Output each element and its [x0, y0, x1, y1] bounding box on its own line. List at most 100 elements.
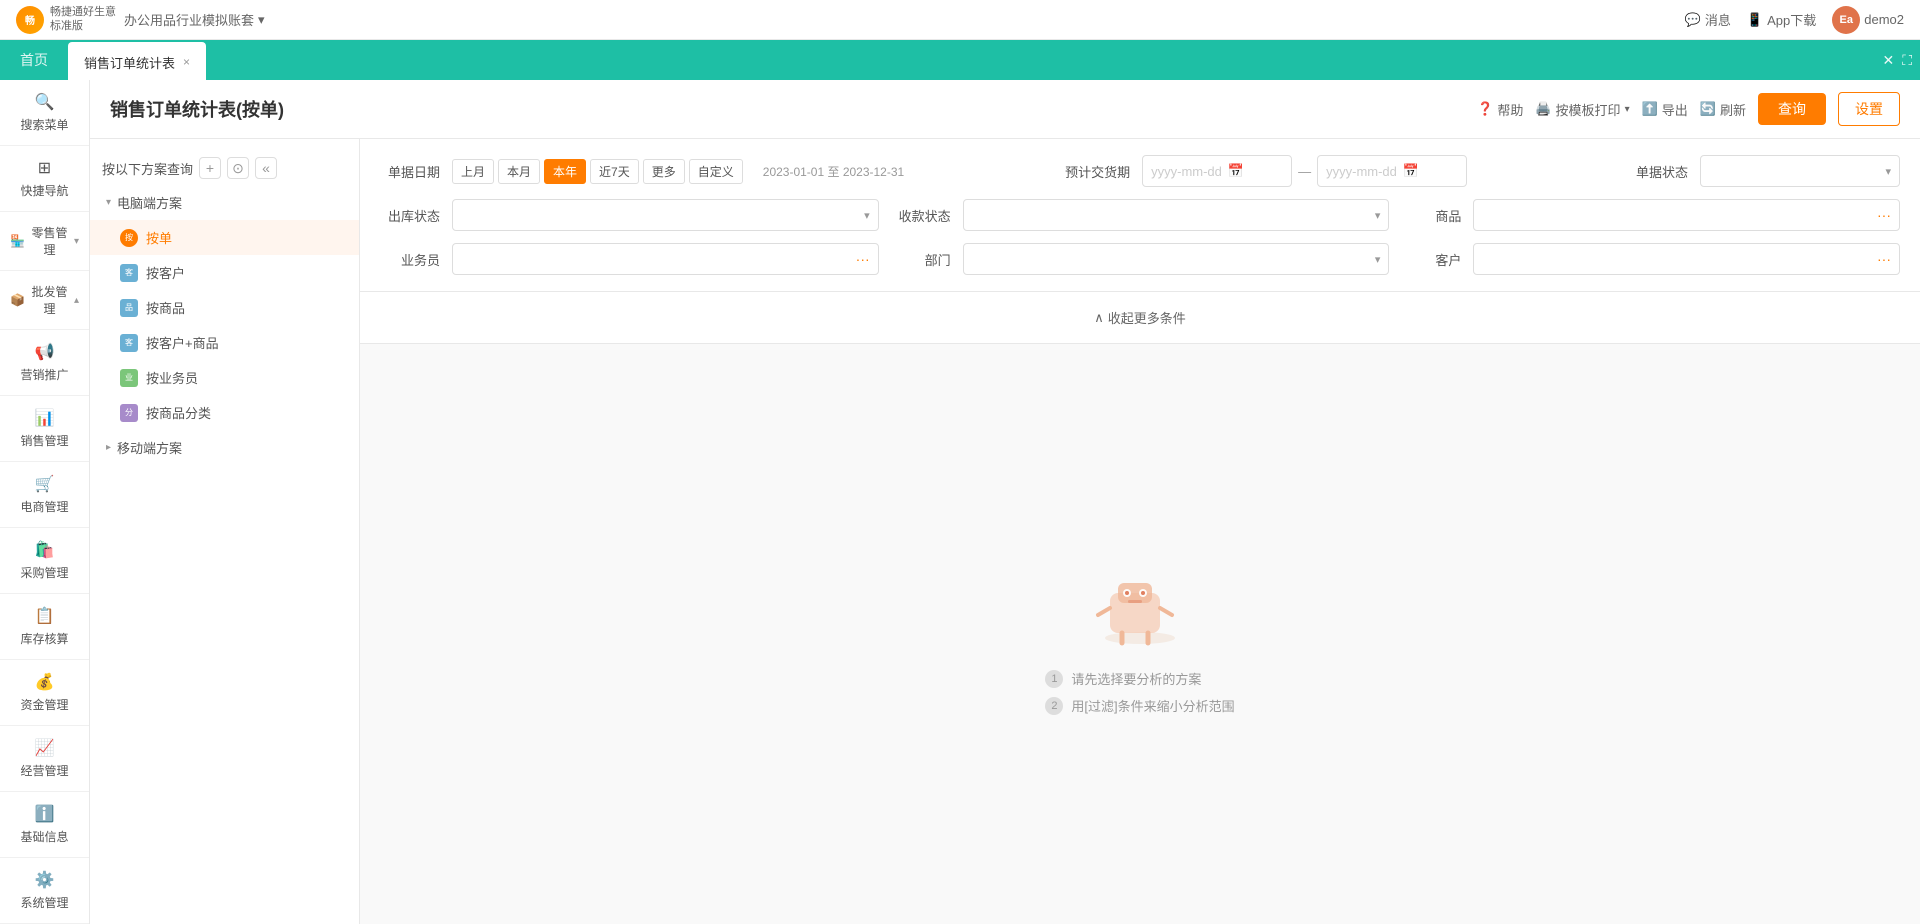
collapse-panel-button[interactable]: « [255, 157, 277, 179]
customer-label: 客户 [1401, 250, 1461, 269]
salesperson-dots-icon[interactable]: ··· [856, 251, 870, 267]
tree-parent-pc[interactable]: ▾ 电脑端方案 [90, 185, 359, 220]
print-arrow-icon: ▾ [1625, 104, 1630, 115]
customer-select[interactable]: ··· [1473, 243, 1900, 275]
order-status-chevron-icon: ▾ [1885, 165, 1891, 178]
inner-layout: 按以下方案查询 + ⊙ « ▾ 电脑端方案 [90, 139, 1920, 924]
page-title: 销售订单统计表(按单) [110, 96, 284, 122]
sidebar-item-retail[interactable]: 🏪 零售管理 ▾ [0, 212, 89, 271]
settings-scheme-button[interactable]: ⊙ [227, 157, 249, 179]
breadcrumb-selector[interactable]: 办公用品行业模拟账套 ▾ [124, 10, 265, 29]
shipment-status-select[interactable]: ▾ [452, 199, 879, 231]
download-icon: 📱 [1747, 12, 1763, 28]
collapse-button[interactable]: ∧ 收起更多条件 [1086, 300, 1194, 335]
tab-close-btn[interactable]: × [183, 55, 190, 69]
finance-icon: 💰 [35, 672, 55, 692]
sidebar-label-finance: 资金管理 [20, 696, 68, 713]
message-button[interactable]: 💬 消息 [1685, 10, 1731, 29]
sidebar-item-finance[interactable]: 💰 资金管理 [0, 660, 89, 726]
tree-item-product[interactable]: 品 按商品 [90, 290, 359, 325]
date-btn-last-month[interactable]: 上月 [452, 159, 494, 184]
tree-pc-section: ▾ 电脑端方案 按 按单 客 按客户 品 按商品 [90, 185, 359, 430]
add-scheme-button[interactable]: + [199, 157, 221, 179]
date-btn-last-7days[interactable]: 近7天 [590, 159, 639, 184]
sidebar-item-sales[interactable]: 📊 销售管理 [0, 396, 89, 462]
date-btn-custom[interactable]: 自定义 [689, 159, 743, 184]
logo-text: 畅捷通好生意 标准版 [50, 6, 116, 32]
department-chevron-icon: ▾ [1375, 253, 1381, 266]
sidebar-item-wholesale[interactable]: 📦 批发管理 ▴ [0, 271, 89, 330]
query-button[interactable]: 查询 [1758, 93, 1826, 125]
tree-item-single[interactable]: 按 按单 [90, 220, 359, 255]
panel-header-label: 按以下方案查询 [102, 159, 193, 178]
tree-item-salesperson[interactable]: 业 按业务员 [90, 360, 359, 395]
export-button[interactable]: ⬆️ 导出 [1642, 100, 1688, 119]
filter-row-2: 出库状态 ▾ 收款状态 ▾ 商品 ··· [380, 199, 1900, 231]
date-btn-this-year[interactable]: 本年 [544, 159, 586, 184]
wholesale-icon: 📦 [10, 293, 25, 307]
payment-status-select[interactable]: ▾ [963, 199, 1390, 231]
help-button[interactable]: ❓ 帮助 [1477, 100, 1523, 119]
expected-date-from[interactable]: yyyy-mm-dd 📅 [1142, 155, 1292, 187]
window-maximize-icon[interactable]: ⛶ [1902, 52, 1912, 69]
system-icon: ⚙️ [35, 870, 55, 890]
empty-illustration [1080, 553, 1200, 653]
customer-dots-icon[interactable]: ··· [1877, 251, 1891, 267]
window-close-icon[interactable]: ✕ [1882, 52, 1894, 69]
tree-parent-mobile[interactable]: ▸ 移动端方案 [90, 430, 359, 465]
tip-num-2: 2 [1045, 697, 1063, 715]
settings-button[interactable]: 设置 [1838, 92, 1900, 126]
panel-header: 按以下方案查询 + ⊙ « [90, 151, 359, 185]
help-icon: ❓ [1477, 101, 1493, 117]
tip-num-1: 1 [1045, 670, 1063, 688]
empty-tip-1: 1 请先选择要分析的方案 [1045, 669, 1234, 688]
sidebar-label-purchase: 采购管理 [20, 564, 68, 581]
sidebar-item-purchase[interactable]: 🛍️ 采购管理 [0, 528, 89, 594]
tree-item-customer[interactable]: 客 按客户 [90, 255, 359, 290]
single-icon: 按 [120, 229, 138, 247]
order-status-select[interactable]: ▾ [1700, 155, 1900, 187]
payment-status-label: 收款状态 [891, 206, 951, 225]
app-download-button[interactable]: 📱 App下载 [1747, 10, 1816, 29]
sidebar-item-inventory[interactable]: 📋 库存核算 [0, 594, 89, 660]
date-btn-this-month[interactable]: 本月 [498, 159, 540, 184]
filter-area: 单据日期 上月 本月 本年 近7天 更多 自定义 2023-01-01 至 20… [360, 139, 1920, 292]
inventory-icon: 📋 [35, 606, 55, 626]
payment-chevron-icon: ▾ [1375, 209, 1381, 222]
sidebar-item-quick-nav[interactable]: ⊞ 快捷导航 [0, 146, 89, 212]
tab-bar: 首页 销售订单统计表 × ✕ ⛶ [0, 40, 1920, 80]
sidebar-item-operations[interactable]: 📈 经营管理 [0, 726, 89, 792]
product-select[interactable]: ··· [1473, 199, 1900, 231]
tab-sales-order-stats[interactable]: 销售订单统计表 × [68, 42, 206, 82]
marketing-icon: 📢 [35, 342, 55, 362]
expected-date-label: 预计交货期 [1065, 162, 1130, 181]
tree-item-product-category[interactable]: 分 按商品分类 [90, 395, 359, 430]
user-menu[interactable]: Ea demo2 [1832, 6, 1904, 34]
date-btn-more[interactable]: 更多 [643, 159, 685, 184]
sidebar-item-ecommerce[interactable]: 🛒 电商管理 [0, 462, 89, 528]
sidebar-item-marketing[interactable]: 📢 营销推广 [0, 330, 89, 396]
empty-tips: 1 请先选择要分析的方案 2 用[过滤]条件来缩小分析范围 [1045, 669, 1234, 715]
tab-bar-actions: ✕ ⛶ [1882, 52, 1920, 69]
expected-date-to[interactable]: yyyy-mm-dd 📅 [1317, 155, 1467, 187]
department-select[interactable]: ▾ [963, 243, 1390, 275]
top-bar: 畅 畅捷通好生意 标准版 办公用品行业模拟账套 ▾ 💬 消息 📱 App下载 E… [0, 0, 1920, 40]
refresh-button[interactable]: 🔄 刷新 [1700, 100, 1746, 119]
date-range-display: 2023-01-01 至 2023-12-31 [763, 163, 904, 180]
sidebar-item-basic-info[interactable]: ℹ️ 基础信息 [0, 792, 89, 858]
sidebar-item-system[interactable]: ⚙️ 系统管理 [0, 858, 89, 924]
tree-parent-mobile-label: 移动端方案 [117, 438, 182, 457]
chevron-down-pc-icon: ▾ [106, 197, 111, 208]
tree-item-customer-product[interactable]: 客 按客户+商品 [90, 325, 359, 360]
sidebar-item-search[interactable]: 🔍 搜索菜单 [0, 80, 89, 146]
calendar-icon: 📅 [1228, 163, 1244, 179]
tab-home[interactable]: 首页 [0, 40, 68, 80]
product-dots-icon[interactable]: ··· [1877, 207, 1891, 223]
department-label: 部门 [891, 250, 951, 269]
page-actions: ❓ 帮助 🖨️ 按模板打印 ▾ ⬆️ 导出 🔄 刷新 查询 设置 [1477, 92, 1900, 126]
template-print-button[interactable]: 🖨️ 按模板打印 ▾ [1535, 100, 1629, 119]
salesperson-select[interactable]: ··· [452, 243, 879, 275]
purchase-icon: 🛍️ [35, 540, 55, 560]
search-icon: 🔍 [35, 92, 55, 112]
shipment-chevron-icon: ▾ [864, 209, 870, 222]
